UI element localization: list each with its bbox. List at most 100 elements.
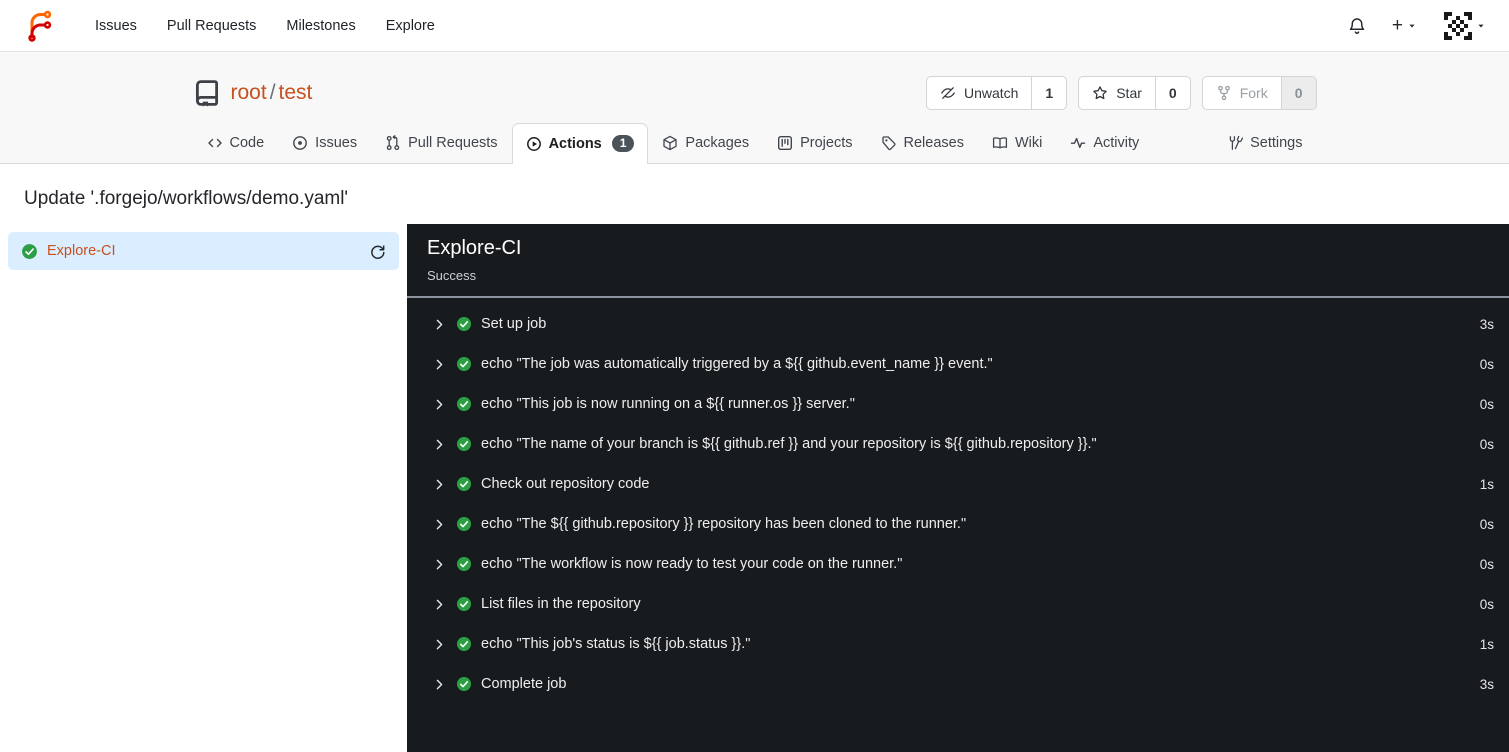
repo-action-count[interactable]: 0 xyxy=(1154,77,1190,109)
navbar-link[interactable]: Pull Requests xyxy=(152,18,271,34)
step-name: Check out repository code xyxy=(481,476,650,493)
repo-action-button[interactable]: Fork 0 xyxy=(1201,76,1317,110)
repo-tab[interactable]: Packages xyxy=(648,123,763,163)
chevron-right-icon[interactable] xyxy=(432,397,447,412)
page-title: Update '.forgejo/workflows/demo.yaml' xyxy=(24,188,349,210)
repo-tab[interactable]: Actions 1 xyxy=(511,123,649,165)
repo-action-buttons: Unwatch 1 Star 0 Fork 0 xyxy=(925,76,1317,110)
tab-icon xyxy=(207,135,223,151)
forgejo-logo-icon[interactable] xyxy=(22,10,54,42)
navbar-link[interactable]: Issues xyxy=(80,18,152,34)
tab-label: Code xyxy=(229,135,265,152)
repo-action-count[interactable]: 1 xyxy=(1031,77,1066,109)
repo-action-label: Star xyxy=(1116,85,1142,101)
tab-icon xyxy=(881,135,897,151)
step-duration: 3s xyxy=(1479,676,1494,692)
chevron-right-icon[interactable] xyxy=(432,597,447,612)
repo-action-button[interactable]: Unwatch 1 xyxy=(925,76,1068,110)
repo-action-count[interactable]: 0 xyxy=(1280,77,1316,109)
job-panel-header: Explore-CI Success xyxy=(407,224,1509,299)
create-new-menu-button[interactable]: + xyxy=(1392,16,1418,35)
job-step-row[interactable]: Set up job 3s xyxy=(407,304,1509,344)
repo-tab[interactable]: Issues xyxy=(278,123,371,163)
step-duration: 0s xyxy=(1479,436,1494,452)
repo-owner-link[interactable]: root xyxy=(231,81,267,104)
job-step-row[interactable]: Check out repository code 1s xyxy=(407,464,1509,504)
tab-label: Activity xyxy=(1093,135,1140,152)
success-check-icon xyxy=(456,436,472,452)
chevron-right-icon[interactable] xyxy=(432,357,447,372)
repo-tab[interactable]: Wiki xyxy=(978,123,1056,163)
step-name: echo "The job was automatically triggere… xyxy=(481,356,993,373)
repo-action-icon xyxy=(940,85,956,101)
step-duration: 1s xyxy=(1479,636,1494,652)
job-step-row[interactable]: Complete job 3s xyxy=(407,664,1509,704)
chevron-right-icon[interactable] xyxy=(432,437,447,452)
repo-action-icon xyxy=(1092,85,1108,101)
step-name: Set up job xyxy=(481,316,547,333)
top-navbar: Issues Pull Requests Milestones Explore … xyxy=(0,0,1509,52)
tab-icon xyxy=(1070,135,1086,151)
chevron-right-icon[interactable] xyxy=(432,557,447,572)
repo-tab[interactable]: Releases xyxy=(867,123,978,163)
chevron-down-icon xyxy=(1406,20,1418,32)
step-duration: 0s xyxy=(1479,556,1494,572)
step-duration: 0s xyxy=(1479,516,1494,532)
repo-tabs: Code Issues Pull Requests Actions 1 Pack… xyxy=(193,123,1317,165)
repo-tab[interactable]: Pull Requests xyxy=(371,123,511,163)
user-menu-button[interactable] xyxy=(1444,11,1487,40)
job-step-row[interactable]: echo "The workflow is now ready to test … xyxy=(407,544,1509,584)
navbar-link[interactable]: Explore xyxy=(371,18,450,34)
job-panel-title: Explore-CI xyxy=(427,237,522,260)
chevron-right-icon[interactable] xyxy=(432,637,447,652)
repo-action-button[interactable]: Star 0 xyxy=(1078,76,1191,110)
chevron-right-icon[interactable] xyxy=(432,677,447,692)
tab-count-badge: 1 xyxy=(611,135,635,153)
tab-label: Releases xyxy=(903,135,964,152)
navbar-right: + xyxy=(1348,11,1487,40)
navbar-link[interactable]: Milestones xyxy=(271,18,370,34)
success-check-icon xyxy=(456,676,472,692)
job-name: Explore-CI xyxy=(47,243,116,260)
chevron-right-icon[interactable] xyxy=(432,317,447,332)
repo-header: root / test Unwatch 1 Star 0 Fork 0 Code… xyxy=(0,52,1509,165)
notifications-button[interactable] xyxy=(1348,17,1366,35)
repo-icon xyxy=(193,79,221,107)
tab-icon xyxy=(385,135,401,151)
repo-title-row: root / test Unwatch 1 Star 0 Fork 0 xyxy=(193,70,1317,116)
job-step-row[interactable]: echo "The ${{ github.repository }} repos… xyxy=(407,504,1509,544)
tab-settings[interactable]: Settings xyxy=(1213,123,1316,163)
tab-label: Wiki xyxy=(1014,135,1043,152)
step-duration: 1s xyxy=(1479,476,1494,492)
success-check-icon xyxy=(456,396,472,412)
repo-tab[interactable]: Code xyxy=(193,123,279,163)
job-step-row[interactable]: echo "The job was automatically triggere… xyxy=(407,344,1509,384)
step-name: Complete job xyxy=(481,676,567,693)
job-status-text: Success xyxy=(427,268,477,284)
success-check-icon xyxy=(21,243,38,260)
job-step-row[interactable]: echo "This job's status is ${{ job.statu… xyxy=(407,624,1509,664)
repo-name-link[interactable]: test xyxy=(279,81,313,104)
tab-icon xyxy=(526,136,542,152)
repo-tab[interactable]: Projects xyxy=(763,123,866,163)
success-check-icon xyxy=(456,316,472,332)
repo-separator: / xyxy=(269,81,276,104)
bell-icon xyxy=(1348,17,1366,35)
actions-run-page: Update '.forgejo/workflows/demo.yaml' Ex… xyxy=(0,164,1509,752)
navbar-links: Issues Pull Requests Milestones Explore xyxy=(80,18,450,34)
success-check-icon xyxy=(456,596,472,612)
sidebar-job-item[interactable]: Explore-CI xyxy=(8,232,399,271)
job-step-row[interactable]: List files in the repository 0s xyxy=(407,584,1509,624)
step-name: List files in the repository xyxy=(481,596,641,613)
job-step-row[interactable]: echo "This job is now running on a ${{ r… xyxy=(407,384,1509,424)
success-check-icon xyxy=(456,516,472,532)
chevron-right-icon[interactable] xyxy=(432,477,447,492)
repo-tab[interactable]: Activity xyxy=(1056,123,1153,163)
avatar xyxy=(1444,11,1472,40)
jobs-sidebar: Explore-CI xyxy=(0,224,407,752)
chevron-right-icon[interactable] xyxy=(432,517,447,532)
job-step-row[interactable]: echo "The name of your branch is ${{ git… xyxy=(407,424,1509,464)
step-name: echo "This job is now running on a ${{ r… xyxy=(481,396,855,413)
tab-label: Actions xyxy=(548,135,602,152)
rerun-sync-icon[interactable] xyxy=(369,243,386,260)
